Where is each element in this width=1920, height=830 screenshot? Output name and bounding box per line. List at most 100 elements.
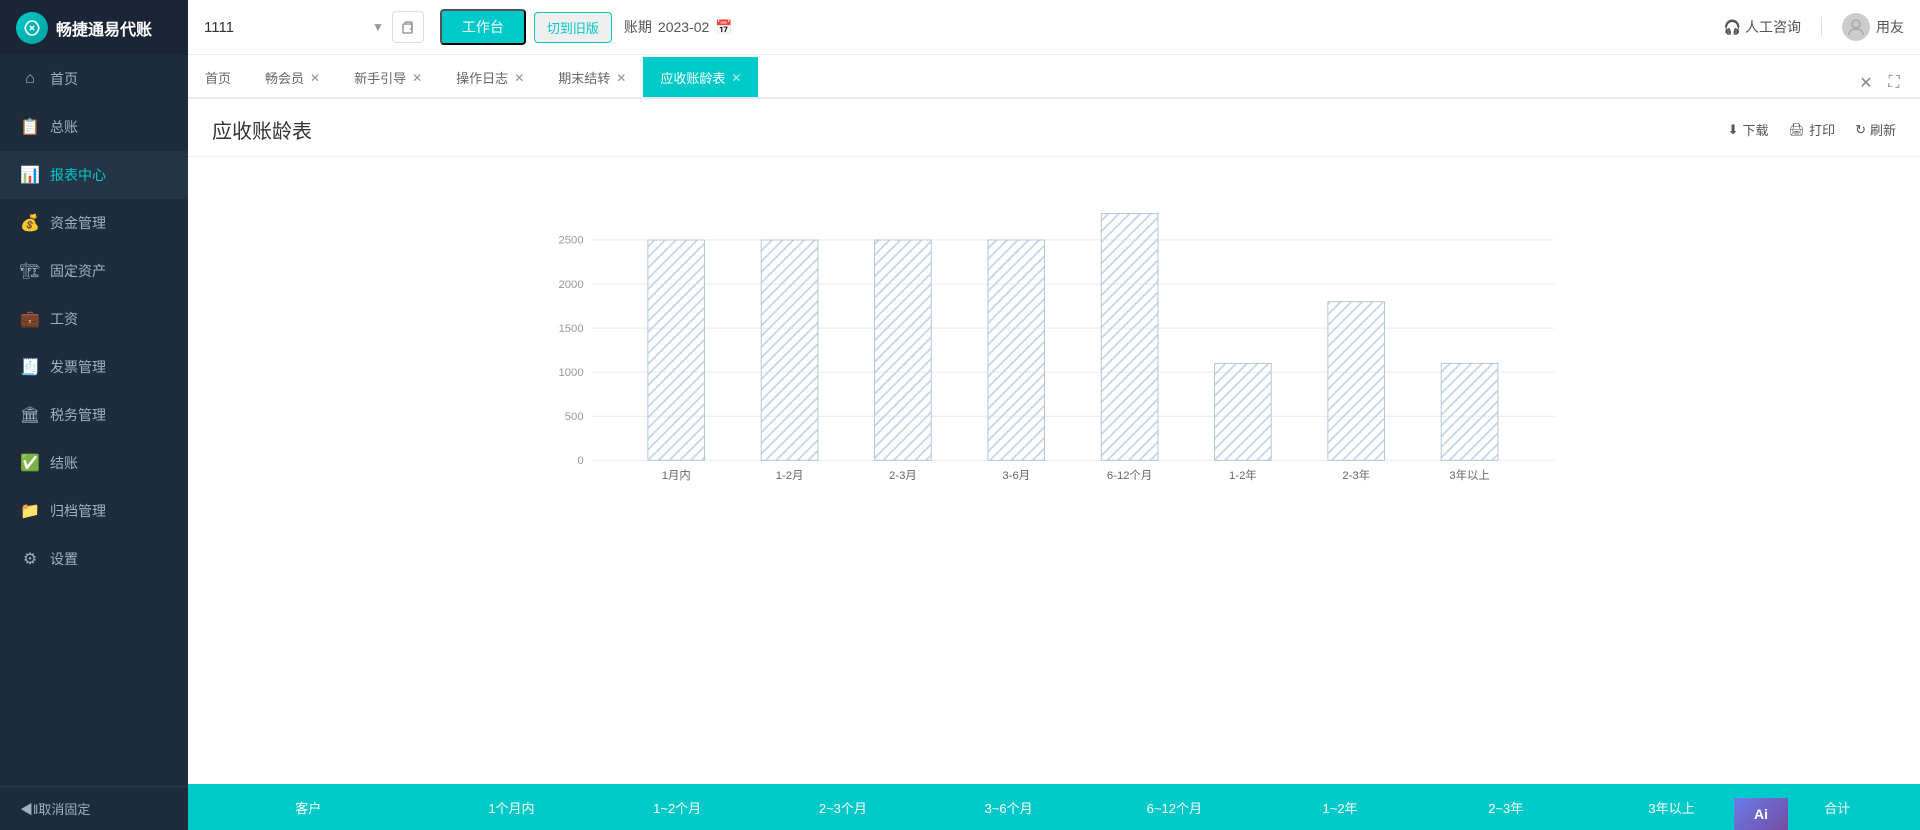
archive-icon: 📁 (20, 501, 40, 521)
headset-icon: 🎧 (1724, 19, 1741, 36)
print-label: 打印 (1809, 120, 1835, 139)
sidebar-item-资金管理[interactable]: 💰资金管理 (0, 199, 188, 247)
bar-chart: 050010001500200025001月内1-2月2-3月3-6月6-12个… (218, 177, 1890, 517)
sidebar-item-设置[interactable]: ⚙设置 (0, 535, 188, 583)
chart-area: 050010001500200025001月内1-2月2-3月3-6月6-12个… (188, 157, 1920, 784)
company-name: 1111 (204, 19, 364, 36)
tab-畅会员[interactable]: 畅会员 ✕ (248, 57, 337, 97)
svg-text:2-3月: 2-3月 (889, 470, 917, 482)
tab-close-icon[interactable]: ✕ (514, 71, 524, 85)
sidebar-item-报表中心[interactable]: 📊报表中心 (0, 151, 188, 199)
sidebar-item-结账[interactable]: ✅结账 (0, 439, 188, 487)
header-right: 🎧 人工咨询 用友 (1724, 13, 1904, 41)
print-icon: 🖨 (1789, 122, 1806, 138)
tab-新手引导[interactable]: 新手引导 ✕ (337, 57, 439, 97)
print-button[interactable]: 🖨 打印 (1789, 120, 1836, 139)
tab-actions: ✕ ⛶ (1852, 69, 1920, 97)
tab-close-icon[interactable]: ✕ (616, 71, 626, 85)
tab-close-icon[interactable]: ✕ (412, 71, 422, 85)
close-tab-button[interactable]: ✕ (1852, 69, 1880, 97)
svg-text:6-12个月: 6-12个月 (1107, 469, 1152, 482)
table-header: 客户1个月内1~2个月2~3个月3~6个月6~12个月1~2年2~3年3年以上合… (188, 784, 1920, 830)
sidebar-item-总账[interactable]: 📋总账 (0, 103, 188, 151)
tab-label: 操作日志 (456, 68, 508, 87)
th-1个月内: 1个月内 (429, 798, 595, 817)
refresh-button[interactable]: ↻ 刷新 (1855, 120, 1896, 139)
report-icon: 📊 (20, 165, 40, 185)
action-buttons: ⬇ 下载 🖨 打印 ↻ 刷新 (1728, 120, 1896, 139)
top-header: 1111 ▼ 工作台 切到旧版 账期 2023-02 📅 🎧 人工咨询 (188, 0, 1920, 55)
th-1~2年: 1~2年 (1257, 798, 1423, 817)
ledger-icon: 📋 (20, 117, 40, 137)
page-title: 应收账龄表 (212, 115, 312, 144)
tab-首页[interactable]: 首页 (188, 57, 248, 97)
invoice-icon: 🧾 (20, 357, 40, 377)
tab-操作日志[interactable]: 操作日志 ✕ (439, 57, 541, 97)
user-avatar (1842, 13, 1870, 41)
workbench-button[interactable]: 工作台 (440, 9, 526, 45)
consult-button[interactable]: 🎧 人工咨询 (1724, 17, 1801, 37)
tab-label: 畅会员 (265, 68, 304, 87)
calendar-icon: 📅 (715, 19, 732, 36)
main-content: 应收账龄表 ⬇ 下载 🖨 打印 ↻ 刷新 (188, 99, 1920, 830)
download-icon: ⬇ (1728, 122, 1739, 138)
tab-应收账龄表[interactable]: 应收账龄表 ✕ (643, 57, 758, 97)
asset-icon: 🏗 (20, 261, 40, 281)
refresh-icon: ↻ (1855, 122, 1866, 138)
copy-button[interactable] (392, 11, 424, 43)
tab-label: 应收账龄表 (660, 68, 725, 87)
ai-badge[interactable]: Ai (1734, 798, 1788, 830)
company-dropdown-icon: ▼ (372, 20, 384, 34)
tab-label: 首页 (205, 68, 231, 87)
tab-close-icon[interactable]: ✕ (310, 71, 320, 85)
svg-text:3年以上: 3年以上 (1449, 468, 1489, 482)
th-2~3年: 2~3年 (1423, 798, 1589, 817)
th-1~2个月: 1~2个月 (594, 798, 760, 817)
salary-icon: 💼 (20, 309, 40, 329)
period-selector[interactable]: 账期 2023-02 📅 (624, 17, 733, 37)
sidebar-item-归档管理[interactable]: 📁归档管理 (0, 487, 188, 535)
app-logo: 畅捷通易代账 (0, 0, 188, 55)
tab-期末结转[interactable]: 期末结转✕ (541, 57, 643, 97)
svg-text:1-2月: 1-2月 (776, 470, 804, 482)
sidebar: 畅捷通易代账 ⌂首页📋总账📊报表中心💰资金管理🏗固定资产💼工资🧾发票管理🏛税务管… (0, 0, 188, 830)
th-3~6个月: 3~6个月 (926, 798, 1092, 817)
sidebar-item-工资[interactable]: 💼工资 (0, 295, 188, 343)
divider (1821, 17, 1822, 37)
svg-text:2-3年: 2-3年 (1342, 468, 1370, 482)
svg-text:1500: 1500 (558, 323, 583, 335)
tab-bar: 首页畅会员✕新手引导✕操作日志✕期末结转✕应收账龄表✕ ✕ ⛶ (188, 55, 1920, 99)
sidebar-item-首页[interactable]: ⌂首页 (0, 55, 188, 103)
tab-close-icon[interactable]: ✕ (731, 71, 741, 85)
th-3年以上: 3年以上 (1589, 798, 1755, 817)
download-label: 下载 (1743, 120, 1769, 139)
content-header: 应收账龄表 ⬇ 下载 🖨 打印 ↻ 刷新 (188, 99, 1920, 157)
unpin-button[interactable]: ◀‖取消固定 (0, 786, 188, 830)
logo-icon (16, 12, 48, 44)
svg-text:2500: 2500 (558, 235, 583, 247)
svg-text:0: 0 (577, 455, 583, 467)
sidebar-item-税务管理[interactable]: 🏛税务管理 (0, 391, 188, 439)
th-6~12个月: 6~12个月 (1091, 798, 1257, 817)
svg-text:3-6月: 3-6月 (1002, 470, 1030, 482)
tab-label: 新手引导 (354, 68, 406, 87)
th-客户: 客户 (188, 798, 429, 817)
sidebar-item-发票管理[interactable]: 🧾发票管理 (0, 343, 188, 391)
maximize-tab-button[interactable]: ⛶ (1880, 69, 1908, 97)
period-label: 账期 (624, 17, 652, 37)
user-name: 用友 (1876, 17, 1904, 37)
home-icon: ⌂ (20, 69, 40, 89)
fund-icon: 💰 (20, 213, 40, 233)
user-menu[interactable]: 用友 (1842, 13, 1904, 41)
switch-version-button[interactable]: 切到旧版 (534, 12, 612, 43)
download-button[interactable]: ⬇ 下载 (1728, 120, 1769, 139)
svg-text:2000: 2000 (558, 279, 583, 291)
main-area: 1111 ▼ 工作台 切到旧版 账期 2023-02 📅 🎧 人工咨询 (188, 0, 1920, 830)
sidebar-item-固定资产[interactable]: 🏗固定资产 (0, 247, 188, 295)
nav-list: ⌂首页📋总账📊报表中心💰资金管理🏗固定资产💼工资🧾发票管理🏛税务管理✅结账📁归档… (0, 55, 188, 786)
tax-icon: 🏛 (20, 405, 40, 425)
checkout-icon: ✅ (20, 453, 40, 473)
company-selector[interactable]: 1111 ▼ (204, 19, 384, 36)
svg-text:500: 500 (565, 411, 584, 423)
refresh-label: 刷新 (1870, 120, 1896, 139)
